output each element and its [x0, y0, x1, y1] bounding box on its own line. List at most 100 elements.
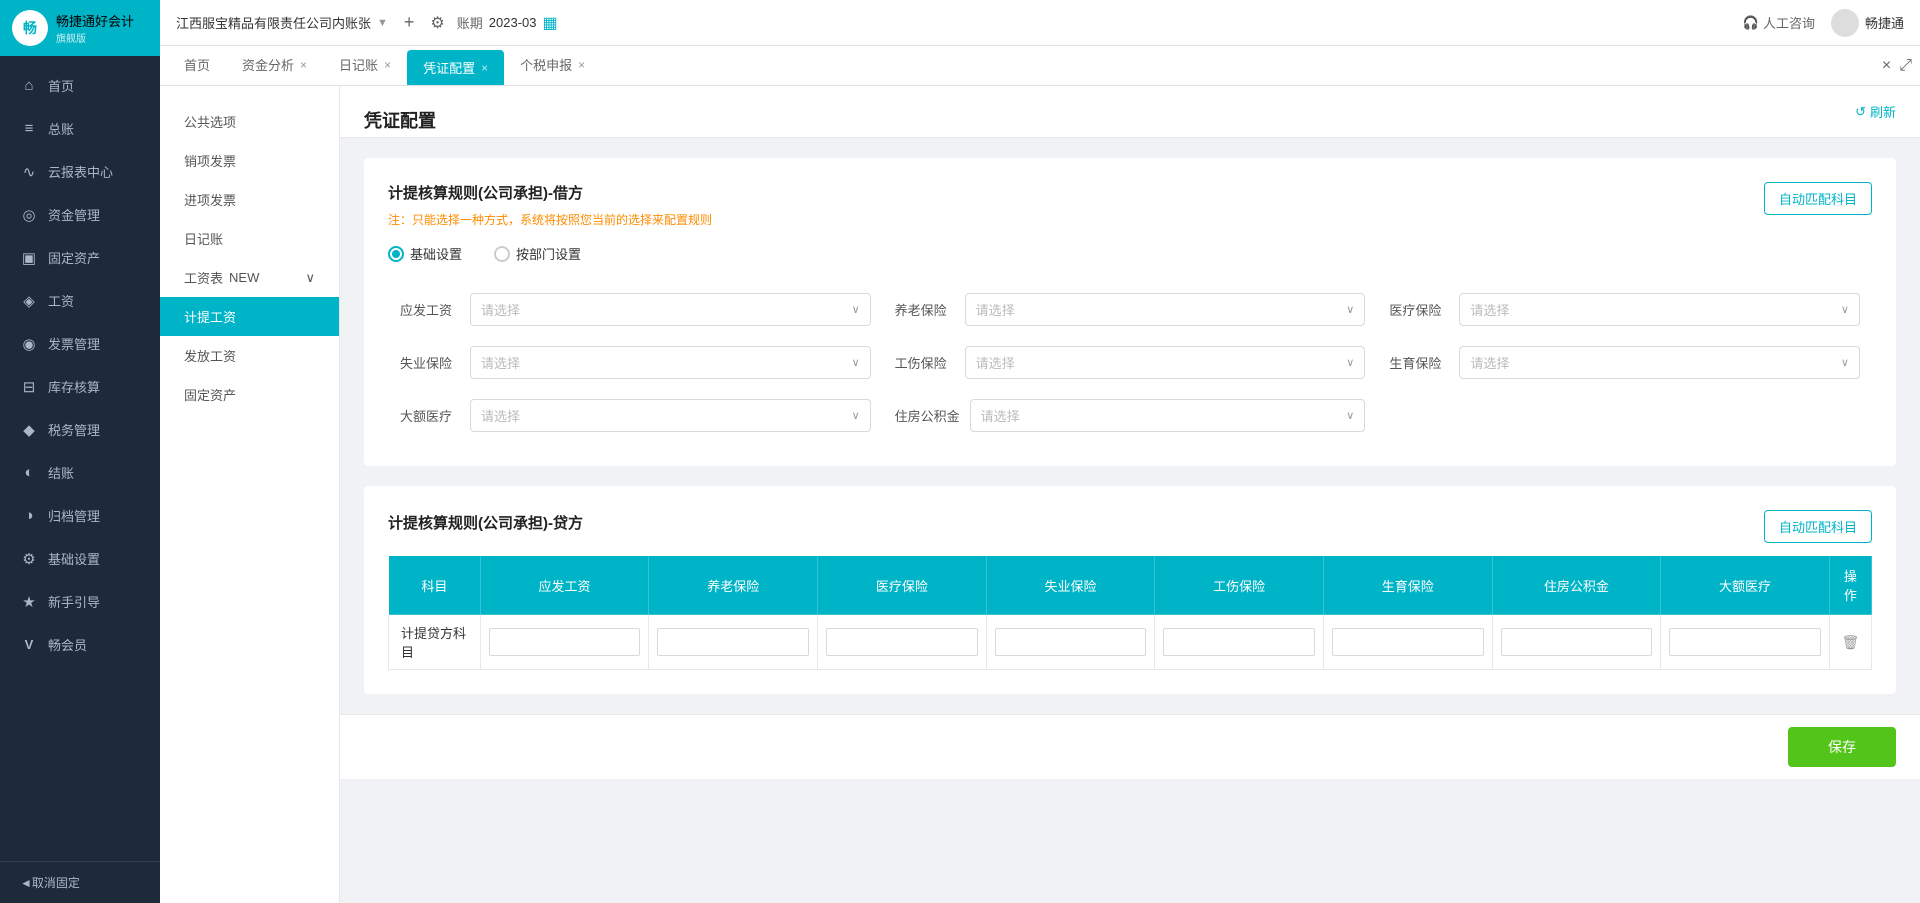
- cell-medical[interactable]: [818, 615, 987, 670]
- tab-tax-close-icon[interactable]: ×: [578, 58, 585, 72]
- tab-tax[interactable]: 个税申报 ×: [504, 46, 601, 85]
- input-injury[interactable]: [1163, 628, 1315, 656]
- medical-select[interactable]: 请选择 ∨: [1459, 293, 1860, 326]
- maternity-label: 生育保险: [1389, 353, 1449, 372]
- cell-pension[interactable]: [649, 615, 818, 670]
- settings-icon: ⚙: [20, 550, 38, 568]
- sidebar-item-label: 税务管理: [48, 420, 100, 439]
- debit-auto-match-button[interactable]: 自动匹配科目: [1764, 182, 1872, 215]
- tab-funds[interactable]: 资金分析 ×: [226, 46, 323, 85]
- left-menu-public[interactable]: 公共选项: [160, 102, 339, 141]
- sidebar-item-label: 基础设置: [48, 549, 100, 568]
- unpin-label: ◄取消固定: [20, 874, 80, 891]
- sidebar-item-label: 结账: [48, 463, 74, 482]
- sidebar-item-home[interactable]: ⌂ 首页: [0, 64, 160, 107]
- left-menu-advance-salary[interactable]: 计提工资: [160, 297, 339, 336]
- col-unemployment: 失业保险: [986, 556, 1155, 615]
- tax-icon: ◆: [20, 421, 38, 439]
- credit-auto-match-button[interactable]: 自动匹配科目: [1764, 510, 1872, 543]
- sidebar-item-funds[interactable]: ◎ 资金管理: [0, 193, 160, 236]
- unemployment-select[interactable]: 请选择 ∨: [470, 346, 871, 379]
- col-maternity: 生育保险: [1323, 556, 1492, 615]
- sidebar-item-report[interactable]: ∿ 云报表中心: [0, 150, 160, 193]
- calendar-icon[interactable]: ▦: [543, 13, 558, 33]
- refresh-label: 刷新: [1870, 102, 1896, 121]
- company-selector[interactable]: 江西服宝精品有限责任公司内账张 ▼: [176, 13, 388, 32]
- radio-basic[interactable]: 基础设置: [388, 244, 462, 263]
- pension-select[interactable]: 请选择 ∨: [965, 293, 1366, 326]
- input-salary[interactable]: [489, 628, 641, 656]
- sidebar-item-ledger[interactable]: ≡ 总账: [0, 107, 160, 150]
- sidebar-item-checkout[interactable]: ◐ 结账: [0, 451, 160, 494]
- field-maternity: 生育保险 请选择 ∨: [1377, 336, 1872, 389]
- cell-unemployment[interactable]: [986, 615, 1155, 670]
- refresh-button[interactable]: ↺ 刷新: [1855, 102, 1896, 137]
- sidebar-item-vip[interactable]: V 畅会员: [0, 623, 160, 666]
- sidebar-item-label: 畅会员: [48, 635, 87, 654]
- injury-select[interactable]: 请选择 ∨: [965, 346, 1366, 379]
- unpin-button[interactable]: ◄取消固定: [0, 861, 160, 903]
- tab-voucher-close-icon[interactable]: ×: [481, 61, 488, 75]
- sidebar-item-inventory[interactable]: ⊟ 库存核算: [0, 365, 160, 408]
- pension-label: 养老保险: [895, 300, 955, 319]
- salary-placeholder: 请选择: [481, 300, 520, 319]
- maternity-select[interactable]: 请选择 ∨: [1459, 346, 1860, 379]
- debit-form-grid: 应发工资 请选择 ∨ 养老保险 请选择 ∨: [388, 283, 1872, 442]
- cell-salary[interactable]: [480, 615, 649, 670]
- topbar: 江西服宝精品有限责任公司内账张 ▼ + ⚙ 账期 2023-03 ▦ 🎧 人工咨…: [160, 0, 1920, 46]
- tab-funds-close-icon[interactable]: ×: [300, 58, 307, 72]
- add-tab-button[interactable]: +: [400, 8, 419, 37]
- cell-maternity[interactable]: [1323, 615, 1492, 670]
- input-pension[interactable]: [657, 628, 809, 656]
- left-menu-sales[interactable]: 销项发票: [160, 141, 339, 180]
- expand-icon[interactable]: ⤢: [1899, 57, 1912, 75]
- big-medical-select[interactable]: 请选择 ∨: [470, 399, 871, 432]
- tab-journal[interactable]: 日记账 ×: [323, 46, 407, 85]
- sidebar-item-settings[interactable]: ⚙ 基础设置: [0, 537, 160, 580]
- left-menu-salary-table[interactable]: 工资表 NEW ∨: [160, 258, 339, 297]
- tab-voucher[interactable]: 凭证配置 ×: [407, 50, 504, 85]
- user-menu[interactable]: 畅捷通: [1831, 9, 1904, 37]
- left-menu-advance-salary-label: 计提工资: [184, 307, 236, 326]
- settings-gear-icon[interactable]: ⚙: [430, 13, 444, 33]
- sidebar-logo[interactable]: 畅 畅捷通好会计 旗舰版: [0, 0, 160, 56]
- input-maternity[interactable]: [1332, 628, 1484, 656]
- tab-journal-close-icon[interactable]: ×: [384, 58, 391, 72]
- cell-injury[interactable]: [1155, 615, 1324, 670]
- sidebar-item-guide[interactable]: ★ 新手引导: [0, 580, 160, 623]
- sidebar-item-assets[interactable]: ▣ 固定资产: [0, 236, 160, 279]
- radio-dept-label: 按部门设置: [516, 244, 581, 263]
- sidebar-item-tax[interactable]: ◆ 税务管理: [0, 408, 160, 451]
- delete-icon[interactable]: 🗑: [1842, 634, 1860, 650]
- sidebar-item-salary[interactable]: ◈ 工资: [0, 279, 160, 322]
- input-unemployment[interactable]: [995, 628, 1147, 656]
- radio-dept[interactable]: 按部门设置: [494, 244, 581, 263]
- sidebar-item-label: 发票管理: [48, 334, 100, 353]
- cell-action[interactable]: 🗑: [1829, 615, 1871, 670]
- left-menu-pay-salary[interactable]: 发放工资: [160, 336, 339, 375]
- sidebar-item-label: 工资: [48, 291, 74, 310]
- left-menu-purchase[interactable]: 进项发票: [160, 180, 339, 219]
- col-injury: 工伤保险: [1155, 556, 1324, 615]
- left-menu-sales-label: 销项发票: [184, 151, 236, 170]
- col-subject: 科目: [389, 556, 481, 615]
- salary-select[interactable]: 请选择 ∨: [470, 293, 871, 326]
- home-icon: ⌂: [20, 77, 38, 94]
- big-medical-placeholder: 请选择: [481, 406, 520, 425]
- tab-home[interactable]: 首页: [168, 46, 226, 85]
- input-big-medical[interactable]: [1669, 628, 1821, 656]
- left-menu-journal[interactable]: 日记账: [160, 219, 339, 258]
- save-button[interactable]: 保存: [1788, 727, 1896, 767]
- sidebar-item-invoice[interactable]: ◉ 发票管理: [0, 322, 160, 365]
- cell-big-medical[interactable]: [1661, 615, 1830, 670]
- cell-housing[interactable]: [1492, 615, 1661, 670]
- close-all-icon[interactable]: ×: [1882, 57, 1891, 75]
- left-menu-fixed-assets[interactable]: 固定资产: [160, 375, 339, 414]
- input-housing[interactable]: [1501, 628, 1653, 656]
- sidebar-item-archive[interactable]: ◑ 归档管理: [0, 494, 160, 537]
- housing-select[interactable]: 请选择 ∨: [970, 399, 1366, 432]
- left-menu-salary-table-label: 工资表: [184, 268, 223, 287]
- service-button[interactable]: 🎧 人工咨询: [1743, 13, 1815, 32]
- period-value[interactable]: 2023-03: [489, 15, 537, 30]
- input-medical[interactable]: [826, 628, 978, 656]
